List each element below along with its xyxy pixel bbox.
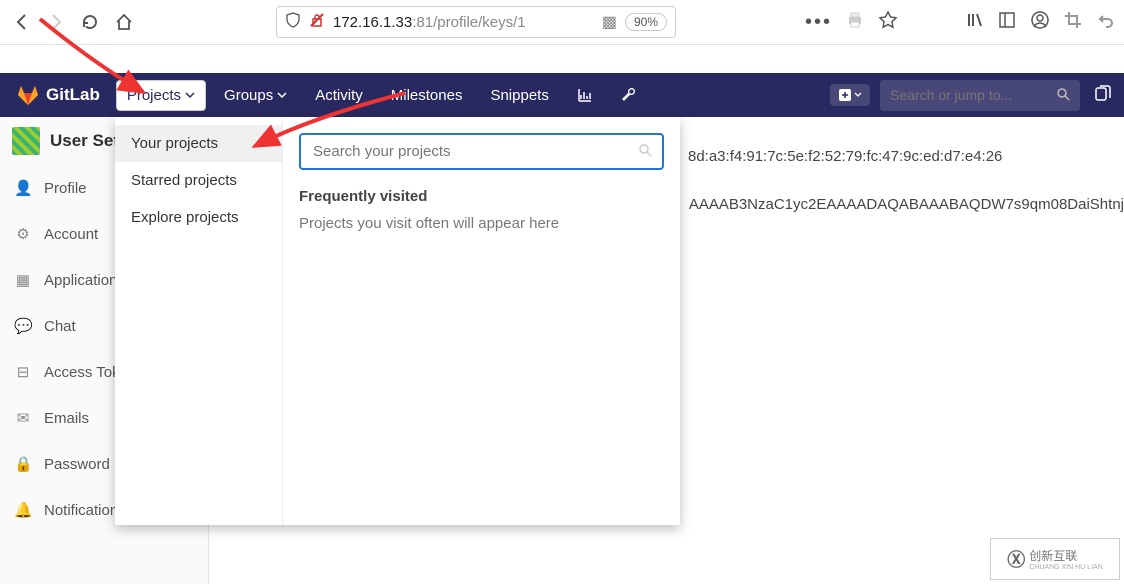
nav-wrench-icon[interactable] bbox=[611, 81, 647, 109]
watermark: Ⓧ 创新互联 CHUANG XIN HU LIAN bbox=[990, 538, 1120, 580]
chevron-down-icon bbox=[277, 87, 287, 104]
sidebar-item-label: Profile bbox=[44, 180, 87, 197]
explore-projects-item[interactable]: Explore projects bbox=[115, 199, 282, 236]
projects-dropdown: Your projects Starred projects Explore p… bbox=[115, 117, 680, 525]
sshkey-value: AAAAB3NzaC1yc2EAAAADAQABAAABAQDW7s9qm08D… bbox=[689, 196, 1124, 213]
menu-dots-icon[interactable]: ••• bbox=[805, 11, 832, 34]
gitlab-brand-text: GitLab bbox=[46, 85, 100, 105]
nav-chart-icon[interactable] bbox=[567, 81, 603, 109]
new-dropdown-button[interactable] bbox=[830, 84, 870, 106]
qr-icon[interactable]: ▩ bbox=[602, 12, 617, 32]
nav-snippets[interactable]: Snippets bbox=[480, 81, 558, 110]
sidebar-toggle-icon[interactable] bbox=[998, 11, 1016, 34]
shield-icon bbox=[285, 12, 301, 33]
gitlab-logo[interactable]: GitLab bbox=[8, 83, 108, 107]
watermark-logo: Ⓧ bbox=[1007, 546, 1025, 572]
insecure-icon bbox=[309, 12, 325, 33]
email-icon: ✉ bbox=[14, 409, 32, 427]
ssh-key-row: ·sa AAAAB3NzaC1yc2EAAAADAQABAAABAQDW7s9q… bbox=[659, 195, 1124, 213]
nav-milestones[interactable]: Milestones bbox=[381, 81, 473, 110]
sidebar-item-label: Applications bbox=[44, 272, 125, 289]
starred-projects-item[interactable]: Starred projects bbox=[115, 162, 282, 199]
frequently-visited-empty-text: Projects you visit often will appear her… bbox=[299, 215, 664, 232]
lock-icon: 🔒 bbox=[14, 455, 32, 473]
token-icon: ⊟ bbox=[14, 363, 32, 381]
bell-icon: 🔔 bbox=[14, 501, 32, 519]
dropdown-right-pane: Frequently visited Projects you visit of… bbox=[283, 117, 680, 525]
account-icon[interactable] bbox=[1030, 10, 1050, 35]
search-icon bbox=[1056, 87, 1070, 104]
url-bar[interactable]: 172.16.1.33:81/profile/keys/1 ▩ 90% bbox=[276, 6, 676, 38]
your-projects-item[interactable]: Your projects bbox=[115, 125, 282, 162]
home-button[interactable] bbox=[112, 10, 136, 34]
browser-toolbar: 172.16.1.33:81/profile/keys/1 ▩ 90% ••• bbox=[0, 0, 1124, 45]
user-avatar bbox=[12, 127, 40, 155]
library-icon[interactable] bbox=[966, 11, 984, 34]
nav-groups[interactable]: Groups bbox=[214, 81, 297, 110]
search-projects-input[interactable] bbox=[299, 133, 664, 170]
printer-icon[interactable] bbox=[846, 11, 864, 34]
fingerprint-value: 8d:a3:f4:91:7c:5e:f2:52:79:fc:47:9c:ed:d… bbox=[688, 148, 1002, 165]
chat-icon: 💬 bbox=[14, 317, 32, 335]
nav-activity[interactable]: Activity bbox=[305, 81, 373, 110]
apps-icon: ▦ bbox=[14, 271, 32, 289]
chevron-down-icon bbox=[185, 87, 195, 104]
dropdown-left-pane: Your projects Starred projects Explore p… bbox=[115, 117, 283, 525]
frequently-visited-heading: Frequently visited bbox=[299, 188, 664, 205]
nav-projects[interactable]: Projects bbox=[116, 80, 206, 111]
undo-icon[interactable] bbox=[1096, 11, 1114, 34]
nav-projects-label: Projects bbox=[127, 87, 181, 104]
search-icon bbox=[638, 143, 652, 162]
reload-button[interactable] bbox=[78, 10, 102, 34]
forward-button[interactable] bbox=[44, 10, 68, 34]
watermark-brand: 创新互联 bbox=[1029, 547, 1103, 564]
nav-tabs-icon[interactable] bbox=[1090, 80, 1116, 111]
url-text: 172.16.1.33:81/profile/keys/1 bbox=[333, 14, 594, 31]
watermark-sub: CHUANG XIN HU LIAN bbox=[1029, 564, 1103, 571]
sidebar-item-label: Chat bbox=[44, 318, 76, 335]
nav-groups-label: Groups bbox=[224, 87, 273, 104]
sidebar-item-label: Account bbox=[44, 226, 98, 243]
sidebar-item-label: Password bbox=[44, 456, 110, 473]
profile-icon: 👤 bbox=[14, 179, 32, 197]
global-search[interactable] bbox=[880, 80, 1080, 111]
gear-icon: ⚙ bbox=[14, 225, 32, 243]
bookmark-star-icon[interactable] bbox=[878, 10, 898, 35]
sidebar-item-label: Emails bbox=[44, 410, 89, 427]
sidebar-item-label: Notifications bbox=[44, 502, 126, 519]
back-button[interactable] bbox=[10, 10, 34, 34]
zoom-indicator[interactable]: 90% bbox=[625, 13, 667, 31]
global-search-input[interactable] bbox=[890, 87, 1040, 103]
crop-icon[interactable] bbox=[1064, 11, 1082, 34]
ssh-fingerprint-row: int: 8d:a3:f4:91:7c:5e:f2:52:79:fc:47:9c… bbox=[659, 147, 1124, 165]
gitlab-navbar: GitLab Projects Groups Activity Mileston… bbox=[0, 73, 1124, 117]
